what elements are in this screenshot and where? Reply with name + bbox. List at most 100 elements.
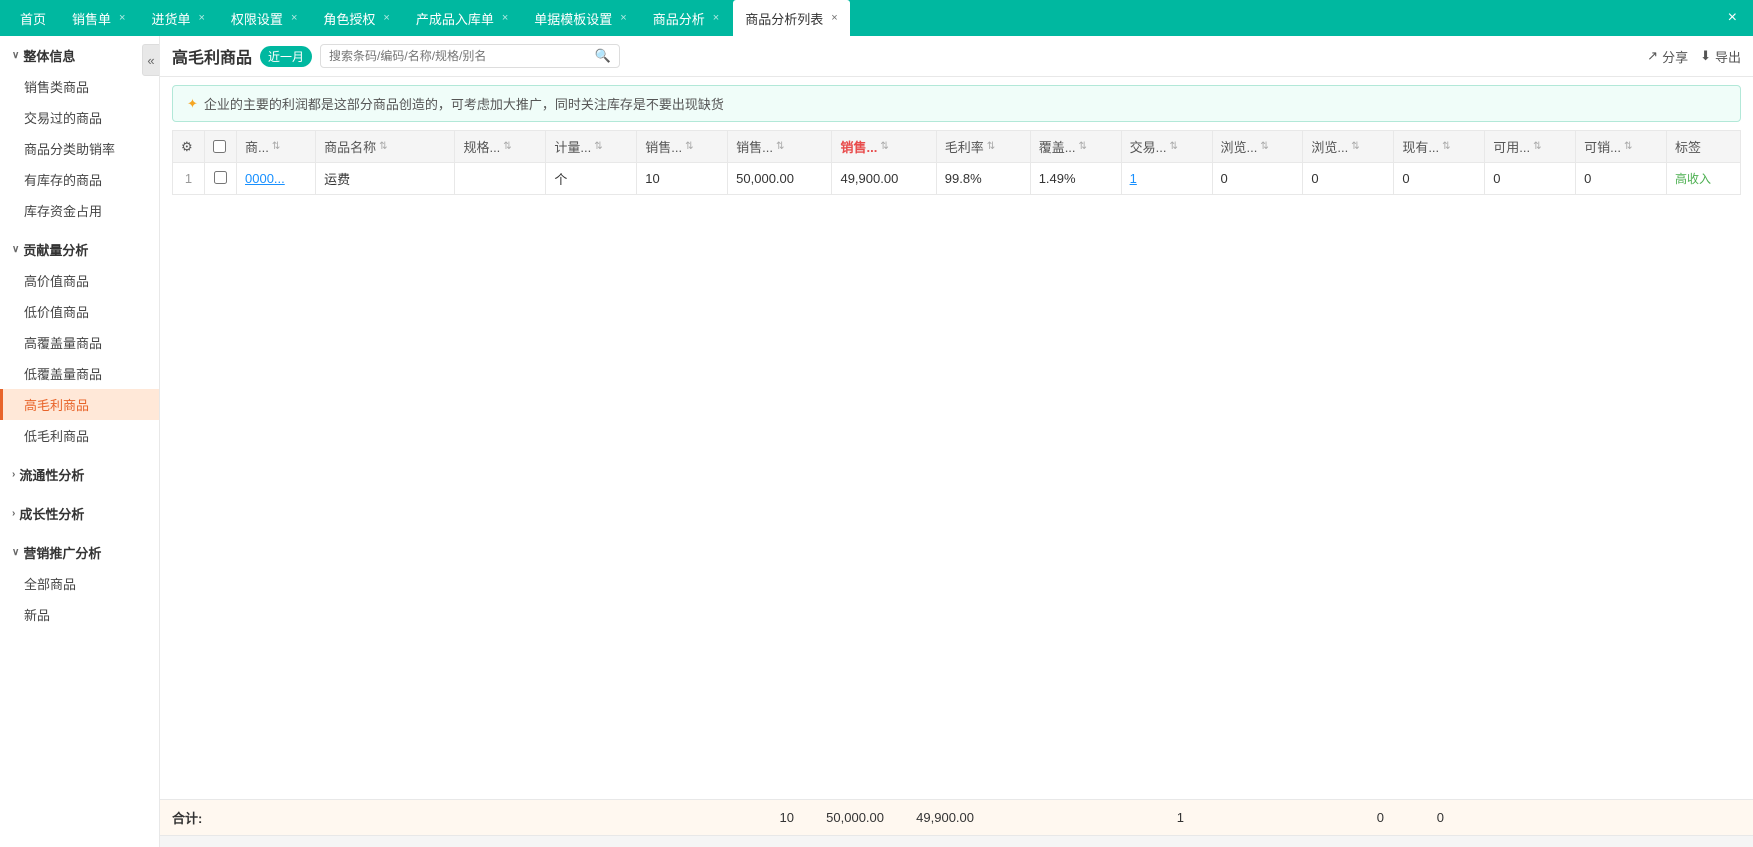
sidebar-section-growth-header[interactable]: › 成长性分析 <box>0 498 159 529</box>
arrow-icon-liquidity: › <box>12 469 15 480</box>
arrow-icon-marketing: ∨ <box>12 547 19 558</box>
footer-available-stock: 0 <box>1392 810 1452 825</box>
select-all-checkbox[interactable] <box>213 140 226 153</box>
th-sales-cost[interactable]: 销售...⇅ <box>832 131 936 163</box>
nav-product-analysis[interactable]: 商品分析 × <box>641 0 731 36</box>
search-input[interactable] <box>329 49 591 63</box>
th-code[interactable]: 商...⇅ <box>237 131 316 163</box>
sidebar-item-high-coverage[interactable]: 高覆盖量商品 <box>0 327 159 358</box>
td-browse2: 0 <box>1303 163 1394 195</box>
sidebar-section-liquidity-header[interactable]: › 流通性分析 <box>0 459 159 490</box>
td-checkbox[interactable] <box>205 163 237 195</box>
td-sellable-stock: 0 <box>1576 163 1667 195</box>
export-button[interactable]: ⬇ 导出 <box>1700 47 1741 66</box>
th-spec[interactable]: 规格...⇅ <box>455 131 546 163</box>
th-transaction[interactable]: 交易...⇅ <box>1121 131 1212 163</box>
th-current-stock[interactable]: 现有...⇅ <box>1394 131 1485 163</box>
th-tag[interactable]: 标签 <box>1667 131 1741 163</box>
sidebar-item-low-margin[interactable]: 低毛利商品 <box>0 420 159 451</box>
nav-template[interactable]: 单据模板设置 × <box>522 0 638 36</box>
sort-icon-sales-amount: ⇅ <box>776 141 784 152</box>
sidebar-item-high-margin[interactable]: 高毛利商品 <box>0 389 159 420</box>
info-banner: ✦ 企业的主要的利润都是这部分商品创造的，可考虑加大推广，同时关注库存是不要出现… <box>172 85 1741 122</box>
th-sellable-stock[interactable]: 可销...⇅ <box>1576 131 1667 163</box>
window-close-button[interactable]: × <box>1720 9 1745 27</box>
sidebar-item-stocked-goods[interactable]: 有库存的商品 <box>0 164 159 195</box>
td-spec <box>455 163 546 195</box>
filter-tag-month[interactable]: 近一月 <box>260 46 312 67</box>
sidebar-item-high-value[interactable]: 高价值商品 <box>0 265 159 296</box>
footer-sales-count: 10 <box>742 810 802 825</box>
table-row: 1 0000... 运费 个 10 50,000.00 49,900.00 99… <box>173 163 1741 195</box>
sidebar-section-contribution: ∨ 贡献量分析 高价值商品 低价值商品 高覆盖量商品 低覆盖量商品 高毛利商品 … <box>0 230 159 455</box>
share-button[interactable]: ↗ 分享 <box>1647 47 1688 66</box>
nav-product-analysis-list[interactable]: 商品分析列表 × <box>733 0 849 36</box>
td-name: 运费 <box>316 163 455 195</box>
nav-permission[interactable]: 权限设置 × <box>219 0 309 36</box>
nav-home[interactable]: 首页 <box>8 0 58 36</box>
th-sales-amount[interactable]: 销售...⇅ <box>728 131 832 163</box>
nav-close-sales[interactable]: × <box>119 12 125 24</box>
header-actions: ↗ 分享 ⬇ 导出 <box>1647 47 1741 66</box>
sidebar-item-low-coverage[interactable]: 低覆盖量商品 <box>0 358 159 389</box>
scrollbar-area[interactable] <box>160 835 1753 847</box>
row-checkbox[interactable] <box>214 171 227 184</box>
sort-icon-spec: ⇅ <box>503 141 511 152</box>
nav-purchase[interactable]: 进货单 × <box>139 0 216 36</box>
nav-close-purchase[interactable]: × <box>198 12 204 24</box>
th-coverage[interactable]: 覆盖...⇅ <box>1030 131 1121 163</box>
td-sales-count: 10 <box>637 163 728 195</box>
th-browse2[interactable]: 浏览...⇅ <box>1303 131 1394 163</box>
nav-sales[interactable]: 销售单 × <box>60 0 137 36</box>
search-box[interactable]: 🔍 <box>320 44 620 68</box>
th-gross-margin[interactable]: 毛利率⇅ <box>936 131 1030 163</box>
sidebar-section-marketing-header[interactable]: ∨ 营销推广分析 <box>0 537 159 568</box>
th-available-stock[interactable]: 可用...⇅ <box>1485 131 1576 163</box>
sidebar-item-new-goods[interactable]: 新品 <box>0 599 159 630</box>
sidebar-section-overview-header[interactable]: ∨ 整体信息 <box>0 40 159 71</box>
td-code[interactable]: 0000... <box>237 163 316 195</box>
td-transaction[interactable]: 1 <box>1121 163 1212 195</box>
sidebar-item-stock-capital[interactable]: 库存资金占用 <box>0 195 159 226</box>
export-icon: ⬇ <box>1700 48 1711 64</box>
th-name[interactable]: 商品名称⇅ <box>316 131 455 163</box>
sort-icon-sellable-stock: ⇅ <box>1624 141 1632 152</box>
sidebar-item-low-value[interactable]: 低价值商品 <box>0 296 159 327</box>
nav-close-role[interactable]: × <box>383 12 389 24</box>
arrow-icon: ∨ <box>12 50 19 61</box>
sidebar-section-contribution-header[interactable]: ∨ 贡献量分析 <box>0 234 159 265</box>
nav-close-permission[interactable]: × <box>291 12 297 24</box>
td-gross-margin: 99.8% <box>936 163 1030 195</box>
td-sales-cost: 49,900.00 <box>832 163 936 195</box>
top-navigation: 首页 销售单 × 进货单 × 权限设置 × 角色授权 × 产成品入库单 × 单据… <box>0 0 1753 36</box>
footer-sales-cost: 49,900.00 <box>892 810 982 825</box>
th-unit[interactable]: 计量...⇅ <box>546 131 637 163</box>
th-browse1[interactable]: 浏览...⇅ <box>1212 131 1303 163</box>
search-icon[interactable]: 🔍 <box>595 48 611 64</box>
footer-transaction: 1 <box>1102 810 1192 825</box>
content-header: 高毛利商品 近一月 🔍 ↗ 分享 ⬇ 导出 <box>160 36 1753 77</box>
nav-close-product-analysis-list[interactable]: × <box>831 12 837 24</box>
sidebar-section-overview: ∨ 整体信息 销售类商品 交易过的商品 商品分类助销率 有库存的商品 库存资金占… <box>0 36 159 230</box>
sidebar-item-sales-goods[interactable]: 销售类商品 <box>0 71 159 102</box>
nav-role[interactable]: 角色授权 × <box>311 0 401 36</box>
sidebar-item-category-sales[interactable]: 商品分类助销率 <box>0 133 159 164</box>
nav-product-inbound[interactable]: 产成品入库单 × <box>404 0 520 36</box>
th-checkbox[interactable] <box>205 131 237 163</box>
product-table: ⚙ 商...⇅ 商品名称⇅ 规格...⇅ <box>172 130 1741 195</box>
th-settings[interactable]: ⚙ <box>173 131 205 163</box>
table-header-row: ⚙ 商...⇅ 商品名称⇅ 规格...⇅ <box>173 131 1741 163</box>
sidebar-toggle-button[interactable]: « <box>142 44 160 76</box>
sort-icon-sales-cost: ⇅ <box>880 141 888 152</box>
sidebar-item-traded-goods[interactable]: 交易过的商品 <box>0 102 159 133</box>
sort-icon-coverage: ⇅ <box>1079 141 1087 152</box>
sort-icon-available-stock: ⇅ <box>1533 141 1541 152</box>
nav-close-template[interactable]: × <box>620 12 626 24</box>
sidebar-item-all-goods[interactable]: 全部商品 <box>0 568 159 599</box>
td-tag: 高收入 <box>1667 163 1741 195</box>
arrow-icon-contrib: ∨ <box>12 244 19 255</box>
nav-close-product-analysis[interactable]: × <box>713 12 719 24</box>
td-coverage: 1.49% <box>1030 163 1121 195</box>
th-sales-count[interactable]: 销售...⇅ <box>637 131 728 163</box>
nav-close-product-inbound[interactable]: × <box>502 12 508 24</box>
